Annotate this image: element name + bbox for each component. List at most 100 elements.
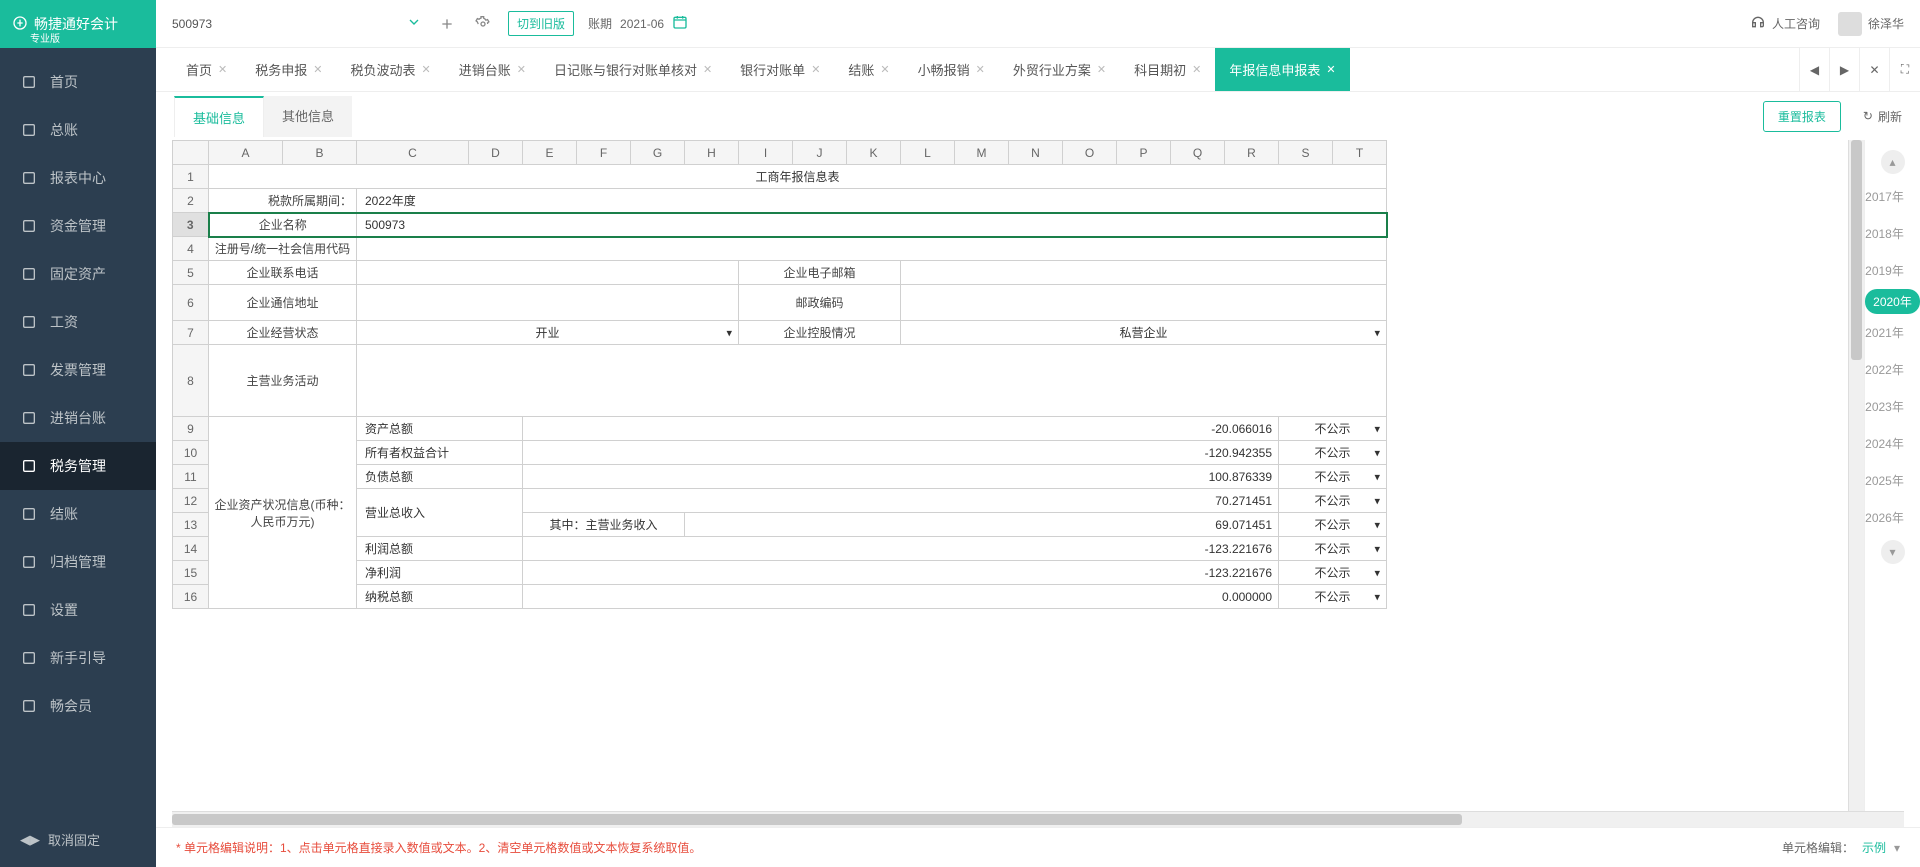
example-link[interactable]: 示例 — [1862, 839, 1886, 856]
year-2025年[interactable]: 2025年 — [1865, 462, 1920, 499]
col-header-K[interactable]: K — [847, 141, 901, 165]
tab-5[interactable]: 银行对账单✕ — [726, 60, 834, 79]
corner-cell[interactable] — [173, 141, 209, 165]
sidebar-item-11[interactable]: 设置 — [0, 586, 156, 634]
col-header-M[interactable]: M — [955, 141, 1009, 165]
unpin-button[interactable]: ◀▶ 取消固定 — [0, 812, 156, 867]
year-2024年[interactable]: 2024年 — [1865, 425, 1920, 462]
year-2023年[interactable]: 2023年 — [1865, 388, 1920, 425]
col-header-Q[interactable]: Q — [1171, 141, 1225, 165]
year-2021年[interactable]: 2021年 — [1865, 314, 1920, 351]
col-header-E[interactable]: E — [523, 141, 577, 165]
col-header-C[interactable]: C — [357, 141, 469, 165]
company-dropdown-icon[interactable] — [406, 14, 422, 33]
sidebar-item-8[interactable]: 税务管理 — [0, 442, 156, 490]
col-header-P[interactable]: P — [1117, 141, 1171, 165]
tab-3[interactable]: 进销台账✕ — [445, 60, 540, 79]
add-button[interactable] — [436, 13, 458, 35]
holding-type-select[interactable]: 私营企业 — [901, 321, 1387, 345]
tabs-prev[interactable]: ◀ — [1800, 48, 1830, 92]
visibility-select-9[interactable]: 不公示 — [1279, 417, 1387, 441]
col-header-O[interactable]: O — [1063, 141, 1117, 165]
tab-close-icon[interactable]: ✕ — [421, 63, 430, 76]
sidebar-item-5[interactable]: 工资 — [0, 298, 156, 346]
col-header-R[interactable]: R — [1225, 141, 1279, 165]
vertical-scrollbar[interactable] — [1848, 140, 1864, 811]
visibility-select-15[interactable]: 不公示 — [1279, 561, 1387, 585]
example-dropdown-icon[interactable]: ▾ — [1894, 841, 1900, 855]
tab-close-icon[interactable]: ✕ — [976, 63, 985, 76]
user-menu[interactable]: 徐泽华 — [1838, 12, 1904, 36]
tab-other-info[interactable]: 其他信息 — [264, 96, 352, 137]
col-header-A[interactable]: A — [209, 141, 283, 165]
col-header-L[interactable]: L — [901, 141, 955, 165]
year-2017年[interactable]: 2017年 — [1865, 178, 1920, 215]
tab-close-icon[interactable]: ✕ — [1326, 63, 1335, 76]
tab-9[interactable]: 科目期初✕ — [1120, 60, 1215, 79]
tab-basic-info[interactable]: 基础信息 — [174, 96, 264, 137]
sidebar-item-6[interactable]: 发票管理 — [0, 346, 156, 394]
tab-8[interactable]: 外贸行业方案✕ — [999, 60, 1120, 79]
tab-7[interactable]: 小畅报销✕ — [904, 60, 999, 79]
col-header-N[interactable]: N — [1009, 141, 1063, 165]
sidebar-item-9[interactable]: 结账 — [0, 490, 156, 538]
tab-1[interactable]: 税务申报✕ — [241, 60, 336, 79]
sidebar-item-3[interactable]: 资金管理 — [0, 202, 156, 250]
year-2020年[interactable]: 2020年 — [1865, 289, 1920, 314]
company-name-cell[interactable]: 500973 — [357, 213, 1387, 237]
horizontal-scrollbar[interactable] — [172, 811, 1904, 827]
sidebar-item-10[interactable]: 归档管理 — [0, 538, 156, 586]
visibility-select-16[interactable]: 不公示 — [1279, 585, 1387, 609]
tab-close-icon[interactable]: ✕ — [1192, 63, 1201, 76]
sidebar-item-7[interactable]: 进销台账 — [0, 394, 156, 442]
visibility-select-14[interactable]: 不公示 — [1279, 537, 1387, 561]
col-header-F[interactable]: F — [577, 141, 631, 165]
sidebar-item-12[interactable]: 新手引导 — [0, 634, 156, 682]
year-2019年[interactable]: 2019年 — [1865, 252, 1920, 289]
spreadsheet[interactable]: ABCDEFGHIJKLMNOPQRST1工商年报信息表2税款所属期间：2022… — [156, 140, 1848, 811]
col-header-S[interactable]: S — [1279, 141, 1333, 165]
refresh-button[interactable]: ↻ 刷新 — [1863, 108, 1902, 125]
year-up[interactable]: ▴ — [1881, 150, 1905, 174]
tab-close-icon[interactable]: ✕ — [517, 63, 526, 76]
col-header-T[interactable]: T — [1333, 141, 1387, 165]
accounting-period[interactable]: 账期 2021-06 — [588, 14, 688, 33]
year-2022年[interactable]: 2022年 — [1865, 351, 1920, 388]
col-header-H[interactable]: H — [685, 141, 739, 165]
year-2026年[interactable]: 2026年 — [1865, 499, 1920, 536]
tab-close-icon[interactable]: ✕ — [218, 63, 227, 76]
tab-close-icon[interactable]: ✕ — [703, 63, 712, 76]
visibility-select-12[interactable]: 不公示 — [1279, 489, 1387, 513]
year-2018年[interactable]: 2018年 — [1865, 215, 1920, 252]
settings-button[interactable] — [472, 13, 494, 35]
tabs-fullscreen[interactable]: ⛶ — [1890, 48, 1920, 92]
business-status-select[interactable]: 开业 — [357, 321, 739, 345]
col-header-G[interactable]: G — [631, 141, 685, 165]
tabs-next[interactable]: ▶ — [1830, 48, 1860, 92]
visibility-select-10[interactable]: 不公示 — [1279, 441, 1387, 465]
tab-close-icon[interactable]: ✕ — [880, 63, 889, 76]
tab-close-icon[interactable]: ✕ — [811, 63, 820, 76]
tab-0[interactable]: 首页✕ — [172, 60, 241, 79]
tab-10[interactable]: 年报信息申报表✕ — [1215, 48, 1349, 91]
sidebar-item-4[interactable]: 固定资产 — [0, 250, 156, 298]
tab-4[interactable]: 日记账与银行对账单核对✕ — [540, 60, 726, 79]
sidebar-item-2[interactable]: 报表中心 — [0, 154, 156, 202]
sidebar-item-1[interactable]: 总账 — [0, 106, 156, 154]
tab-2[interactable]: 税负波动表✕ — [336, 60, 444, 79]
reset-report-button[interactable]: 重置报表 — [1763, 101, 1841, 132]
visibility-select-11[interactable]: 不公示 — [1279, 465, 1387, 489]
col-header-I[interactable]: I — [739, 141, 793, 165]
switch-old-version[interactable]: 切到旧版 — [508, 11, 574, 36]
tab-6[interactable]: 结账✕ — [834, 60, 903, 79]
sidebar-item-13[interactable]: 畅会员 — [0, 682, 156, 730]
tabs-close-all[interactable]: ✕ — [1860, 48, 1890, 92]
col-header-B[interactable]: B — [283, 141, 357, 165]
col-header-D[interactable]: D — [469, 141, 523, 165]
sidebar-item-0[interactable]: 首页 — [0, 58, 156, 106]
year-down[interactable]: ▾ — [1881, 540, 1905, 564]
visibility-select-13[interactable]: 不公示 — [1279, 513, 1387, 537]
support-button[interactable]: 人工咨询 — [1750, 14, 1820, 33]
company-selector[interactable]: 500973 — [172, 17, 392, 31]
col-header-J[interactable]: J — [793, 141, 847, 165]
